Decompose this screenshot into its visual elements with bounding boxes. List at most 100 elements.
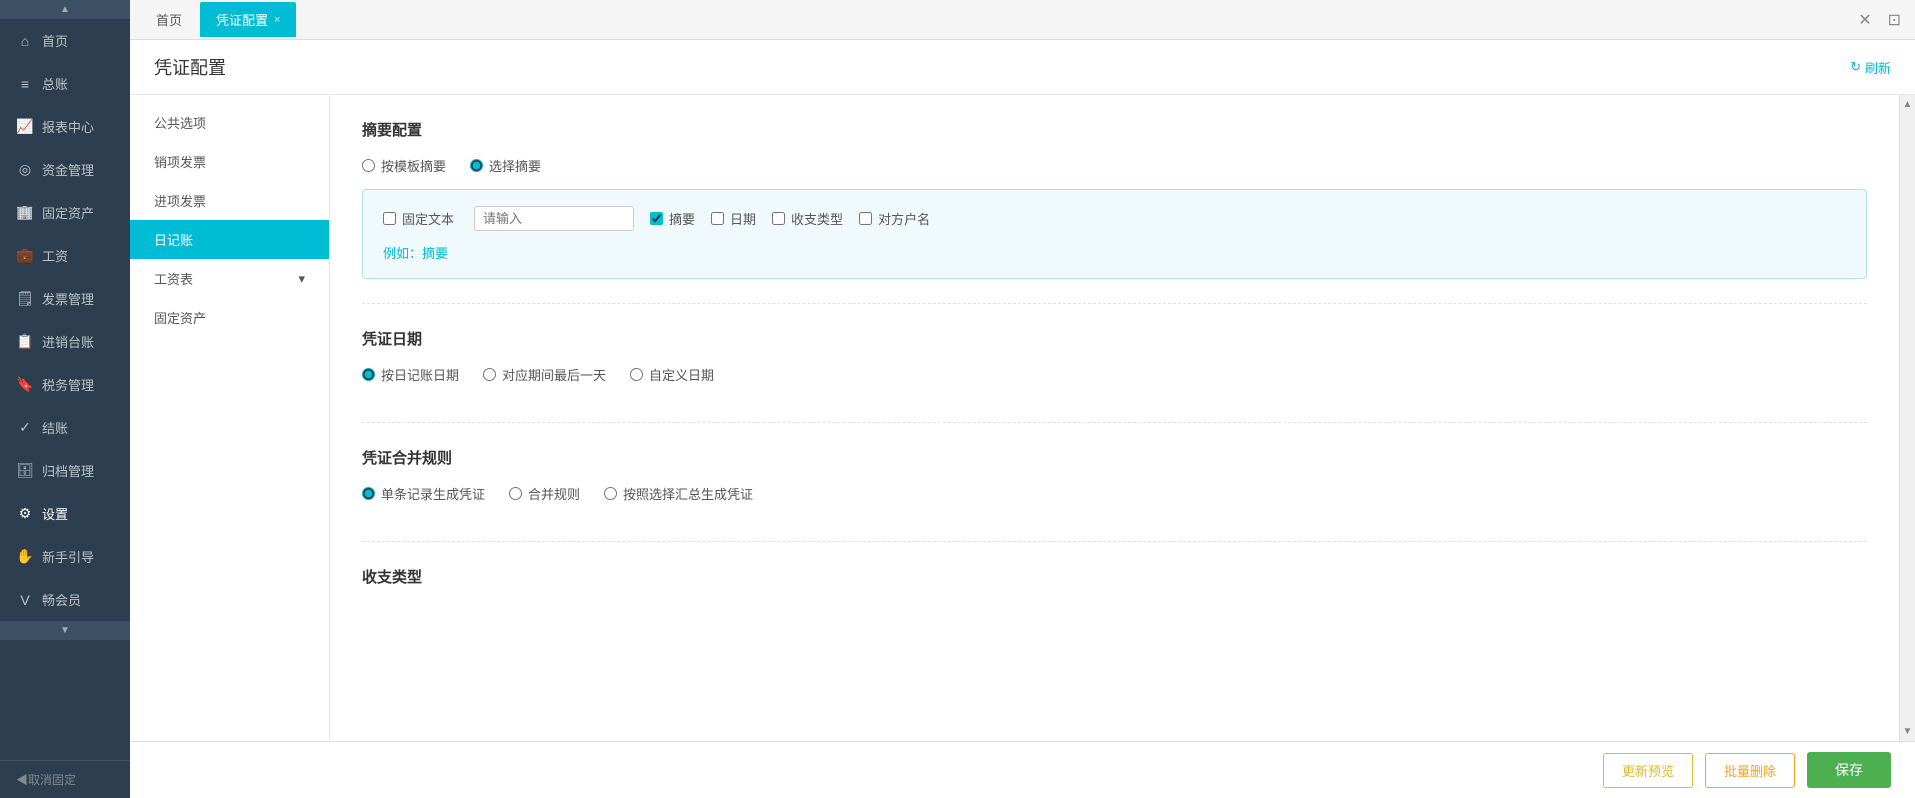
- date-radio-journal[interactable]: 按日记账日期: [362, 365, 459, 384]
- sidebar-item-tax[interactable]: 🔖 税务管理: [0, 363, 130, 406]
- summary-template-radio[interactable]: [362, 159, 375, 172]
- sidebar-item-capital[interactable]: ◎ 资金管理: [0, 148, 130, 191]
- sidebar-item-label: 报表中心: [42, 117, 94, 136]
- tab-voucher-config[interactable]: 凭证配置 ×: [200, 2, 296, 37]
- nav-item-payroll[interactable]: 工资表 ▾: [130, 259, 329, 298]
- tab-bar: 首页 凭证配置 × ✕ ⊡: [130, 0, 1915, 40]
- summary-label: 摘要: [669, 209, 695, 228]
- capital-icon: ◎: [16, 161, 34, 178]
- checkbox-counterpart[interactable]: 对方户名: [859, 209, 930, 228]
- nav-item-fixed-assets[interactable]: 固定资产: [130, 298, 329, 337]
- merge-radio-single[interactable]: 单条记录生成凭证: [362, 484, 485, 503]
- checkbox-income-type[interactable]: 收支类型: [772, 209, 843, 228]
- sidebar-item-label: 总账: [42, 74, 68, 93]
- batch-delete-button[interactable]: 批量删除: [1705, 753, 1795, 788]
- checkbox-summary[interactable]: 摘要: [650, 209, 695, 228]
- single-record-radio[interactable]: [362, 487, 375, 500]
- nav-item-journal[interactable]: 日记账: [130, 220, 329, 259]
- left-nav: 公共选项 销项发票 进项发票 日记账 工资表 ▾ 固定资产: [130, 95, 330, 741]
- summary-checkbox[interactable]: [650, 212, 663, 225]
- window-expand-icon[interactable]: ⊡: [1884, 6, 1905, 34]
- right-content: 摘要配置 按模板摘要 选择摘要 固定文本: [330, 95, 1899, 741]
- sidebar-item-label: 发票管理: [42, 289, 94, 308]
- nav-item-public[interactable]: 公共选项: [130, 103, 329, 142]
- counterpart-checkbox[interactable]: [859, 212, 872, 225]
- sidebar-item-label: 新手引导: [42, 547, 94, 566]
- nav-item-purchase-invoice[interactable]: 进项发票: [130, 181, 329, 220]
- sidebar-scroll-up[interactable]: ▲: [0, 0, 130, 19]
- sidebar-item-guide[interactable]: ✋ 新手引导: [0, 535, 130, 578]
- sidebar-item-ledger[interactable]: ≡ 总账: [0, 62, 130, 105]
- summary-radio-template[interactable]: 按模板摘要: [362, 156, 446, 175]
- refresh-button[interactable]: ↻ 刷新: [1850, 58, 1891, 77]
- sidebar-item-label: 结账: [42, 418, 68, 437]
- settings-icon: ⚙: [16, 505, 34, 522]
- fixed-text-input[interactable]: [474, 206, 634, 231]
- checkbox-date[interactable]: 日期: [711, 209, 756, 228]
- sidebar-item-salary[interactable]: 💼 工资: [0, 234, 130, 277]
- sidebar-item-vip[interactable]: V 畅会员: [0, 578, 130, 621]
- sidebar-scroll-down[interactable]: ▼: [0, 621, 130, 640]
- sidebar-item-settings[interactable]: ⚙ 设置: [0, 492, 130, 535]
- voucher-date-radio-group: 按日记账日期 对应期间最后一天 自定义日期: [362, 365, 1867, 384]
- merge-rule-radio[interactable]: [509, 487, 522, 500]
- merge-radio-batch[interactable]: 按照选择汇总生成凭证: [604, 484, 753, 503]
- last-day-radio[interactable]: [483, 368, 496, 381]
- tab-voucher-label: 凭证配置: [216, 10, 268, 29]
- tab-home[interactable]: 首页: [140, 2, 198, 37]
- nav-item-sale-invoice[interactable]: 销项发票: [130, 142, 329, 181]
- nav-item-purchase-invoice-label: 进项发票: [154, 191, 206, 210]
- window-close-icon[interactable]: ✕: [1854, 6, 1875, 34]
- guide-icon: ✋: [16, 548, 34, 565]
- batch-merge-radio[interactable]: [604, 487, 617, 500]
- summary-select-radio[interactable]: [470, 159, 483, 172]
- update-preview-button[interactable]: 更新预览: [1603, 753, 1693, 788]
- income-type-label: 收支类型: [791, 209, 843, 228]
- sidebar-item-invoice[interactable]: 🗒 发票管理: [0, 277, 130, 320]
- merge-rule-section-title: 凭证合并规则: [362, 447, 1867, 468]
- main-area: 首页 凭证配置 × ✕ ⊡ 凭证配置 ↻ 刷新 公共选项 销项发票 进: [130, 0, 1915, 798]
- journal-date-radio[interactable]: [362, 368, 375, 381]
- summary-section-title: 摘要配置: [362, 119, 1867, 140]
- sidebar-unpin-button[interactable]: ◀取消固定: [0, 760, 130, 798]
- sidebar-item-label: 工资: [42, 246, 68, 265]
- sidebar-item-label: 畅会员: [42, 590, 81, 609]
- scroll-edge-down[interactable]: ▼: [1900, 722, 1915, 741]
- tab-bar-right: ✕ ⊡: [1854, 6, 1905, 34]
- nav-item-public-label: 公共选项: [154, 113, 206, 132]
- sidebar-item-label: 进销台账: [42, 332, 94, 351]
- fixed-text-checkbox[interactable]: [383, 212, 396, 225]
- page-title: 凭证配置: [154, 54, 226, 80]
- tab-home-label: 首页: [156, 10, 182, 29]
- summary-radio-select[interactable]: 选择摘要: [470, 156, 541, 175]
- merge-radio-merge[interactable]: 合并规则: [509, 484, 580, 503]
- summary-radio-group: 按模板摘要 选择摘要: [362, 156, 1867, 175]
- sidebar-item-home[interactable]: ⌂ 首页: [0, 19, 130, 62]
- checkbox-fixed-text[interactable]: 固定文本: [383, 209, 454, 228]
- scroll-edge-up[interactable]: ▲: [1900, 95, 1915, 114]
- last-day-label: 对应期间最后一天: [502, 365, 606, 384]
- nav-item-payroll-label: 工资表: [154, 269, 193, 288]
- batch-merge-label: 按照选择汇总生成凭证: [623, 484, 753, 503]
- date-checkbox[interactable]: [711, 212, 724, 225]
- sidebar-item-report[interactable]: 📈 报表中心: [0, 105, 130, 148]
- sidebar-item-fixed-assets[interactable]: 🏢 固定资产: [0, 191, 130, 234]
- merge-rule-section: 凭证合并规则 单条记录生成凭证 合并规则 按照选择汇总生成凭证: [362, 447, 1867, 542]
- custom-date-radio[interactable]: [630, 368, 643, 381]
- voucher-date-section: 凭证日期 按日记账日期 对应期间最后一天 自定义日期: [362, 328, 1867, 423]
- sidebar-item-close[interactable]: ✓ 结账: [0, 406, 130, 449]
- report-icon: 📈: [16, 118, 34, 135]
- income-type-checkbox[interactable]: [772, 212, 785, 225]
- sidebar-item-sales[interactable]: 📋 进销台账: [0, 320, 130, 363]
- date-radio-last-day[interactable]: 对应期间最后一天: [483, 365, 606, 384]
- refresh-icon: ↻: [1850, 59, 1861, 75]
- save-button[interactable]: 保存: [1807, 752, 1891, 788]
- merge-rule-label: 合并规则: [528, 484, 580, 503]
- income-type-section-title: 收支类型: [362, 566, 1867, 587]
- sidebar-item-archive[interactable]: 🗄 归档管理: [0, 449, 130, 492]
- single-record-label: 单条记录生成凭证: [381, 484, 485, 503]
- tab-close-icon[interactable]: ×: [274, 14, 280, 26]
- sidebar-item-label: 归档管理: [42, 461, 94, 480]
- date-radio-custom[interactable]: 自定义日期: [630, 365, 714, 384]
- custom-date-label: 自定义日期: [649, 365, 714, 384]
